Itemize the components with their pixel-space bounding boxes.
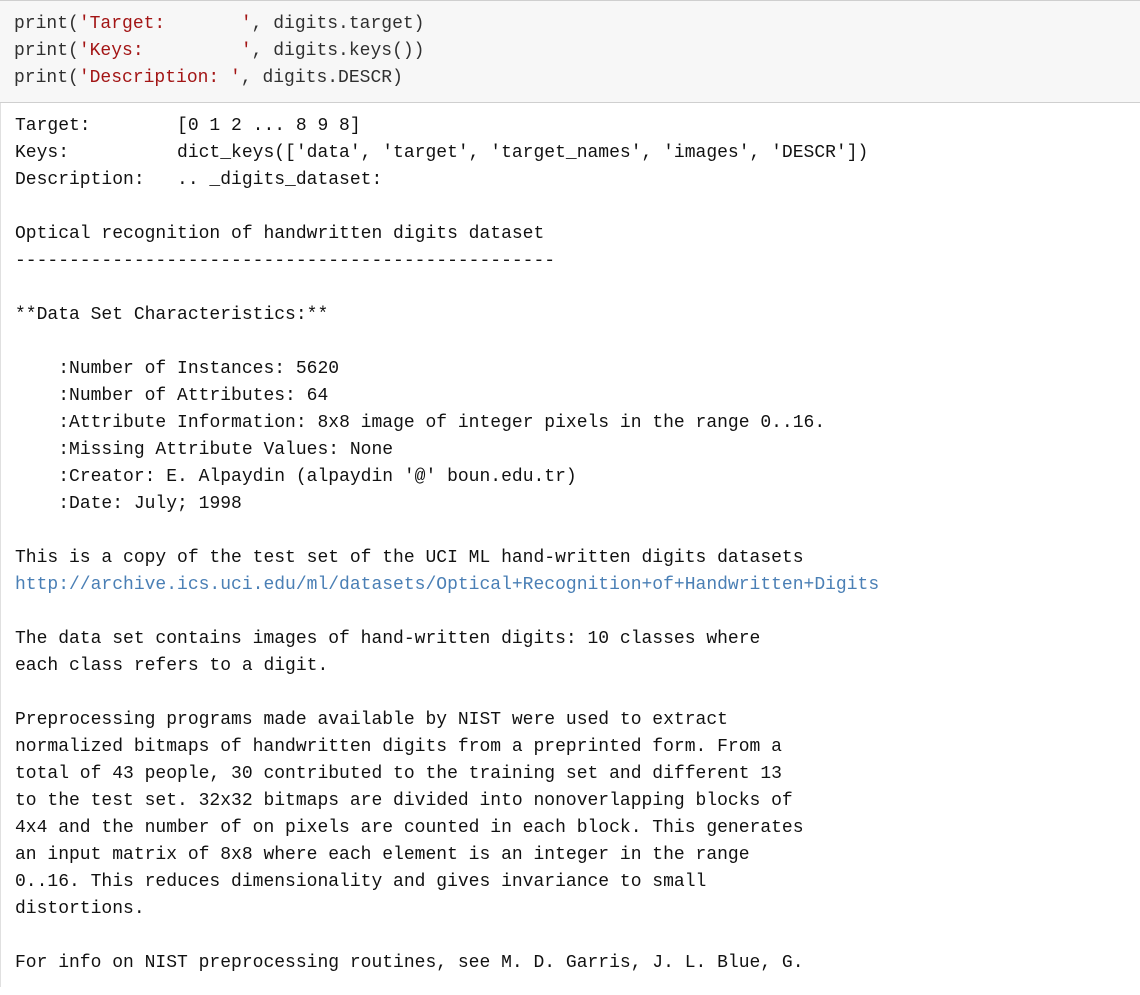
code-input-cell[interactable]: print('Target: ', digits.target) print('… — [0, 0, 1140, 103]
output-text: The data set contains images of hand-wri… — [15, 629, 804, 973]
code-token: , digits.DESCR) — [241, 68, 403, 88]
code-string: 'Description: ' — [79, 68, 241, 88]
code-string: 'Keys: ' — [79, 41, 252, 61]
code-token: , digits.keys()) — [252, 41, 425, 61]
code-token: print( — [14, 41, 79, 61]
dataset-link[interactable]: http://archive.ics.uci.edu/ml/datasets/O… — [15, 575, 879, 595]
code-token: , digits.target) — [252, 14, 425, 34]
code-string: 'Target: ' — [79, 14, 252, 34]
code-token: print( — [14, 14, 79, 34]
output-cell: Target: [0 1 2 ... 8 9 8] Keys: dict_key… — [0, 103, 1140, 987]
code-token: print( — [14, 68, 79, 88]
output-text: Target: [0 1 2 ... 8 9 8] Keys: dict_key… — [15, 116, 868, 568]
